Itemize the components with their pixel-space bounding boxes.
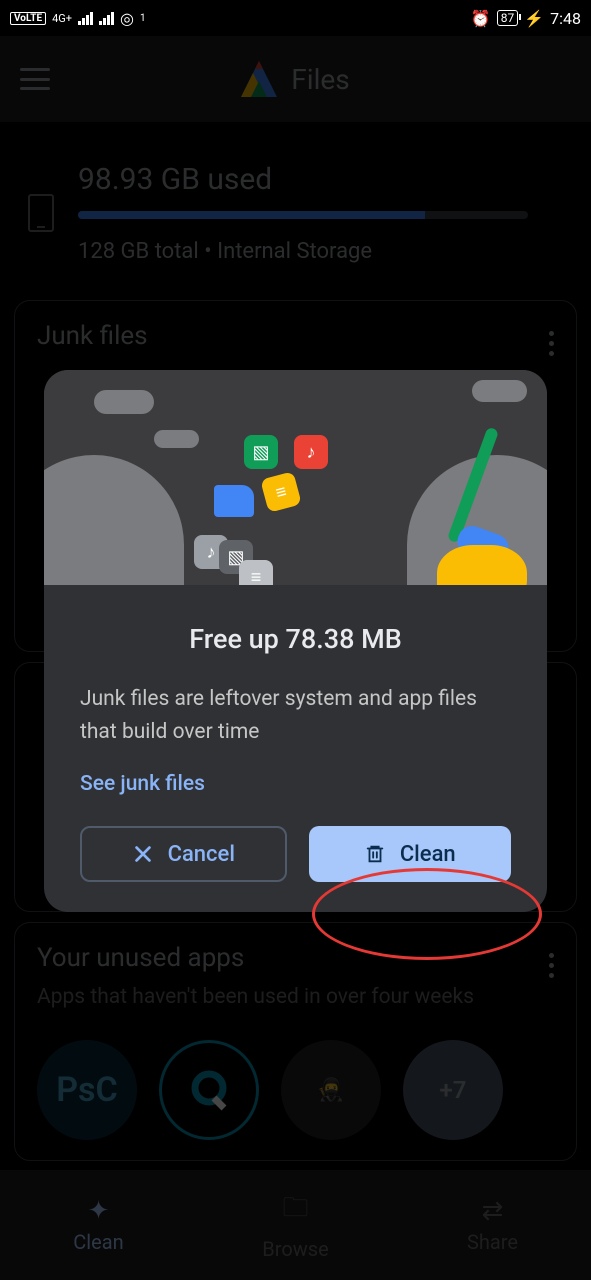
alarm-icon: ⏰ bbox=[471, 9, 491, 28]
hotspot-count: 1 bbox=[140, 13, 146, 24]
signal-bars-2-icon bbox=[99, 12, 114, 25]
signal-bars-1-icon bbox=[78, 12, 93, 25]
image-file-icon: ▧ bbox=[244, 435, 278, 469]
status-right: ⏰ 87 ⚡ 7:48 bbox=[471, 9, 581, 28]
trash-icon bbox=[364, 843, 386, 865]
clean-dialog: ▧ ♪ ≡ ♪ ▧ ≡ Free up 78.38 MB Junk files … bbox=[44, 370, 547, 912]
status-left: VoLTE 4G+ ◎ 1 bbox=[10, 9, 146, 28]
see-junk-files-link[interactable]: See junk files bbox=[44, 748, 547, 826]
music-file-icon: ♪ bbox=[294, 435, 328, 469]
status-bar: VoLTE 4G+ ◎ 1 ⏰ 87 ⚡ 7:48 bbox=[0, 0, 591, 36]
cancel-button-label: Cancel bbox=[168, 842, 235, 867]
clock-time: 7:48 bbox=[550, 9, 581, 28]
cloud-icon bbox=[154, 430, 199, 448]
hotspot-icon: ◎ bbox=[120, 9, 134, 28]
network-type: 4G+ bbox=[52, 12, 72, 25]
close-icon bbox=[132, 843, 154, 865]
dialog-illustration: ▧ ♪ ≡ ♪ ▧ ≡ bbox=[44, 370, 547, 585]
clean-button-label: Clean bbox=[400, 842, 456, 867]
cancel-button[interactable]: Cancel bbox=[80, 826, 287, 882]
charging-icon: ⚡ bbox=[524, 9, 544, 28]
battery-icon: 87 bbox=[497, 10, 519, 26]
volte-badge: VoLTE bbox=[10, 12, 46, 25]
doc-file-icon: ≡ bbox=[260, 471, 302, 513]
dialog-title: Free up 78.38 MB bbox=[44, 623, 547, 655]
cloud-icon bbox=[94, 390, 154, 414]
dialog-description: Junk files are leftover system and app f… bbox=[44, 683, 547, 748]
junk-file-icon: ≡ bbox=[239, 560, 273, 585]
clean-button[interactable]: Clean bbox=[309, 826, 512, 882]
cloud-icon bbox=[472, 380, 527, 402]
folder-icon bbox=[214, 485, 254, 517]
